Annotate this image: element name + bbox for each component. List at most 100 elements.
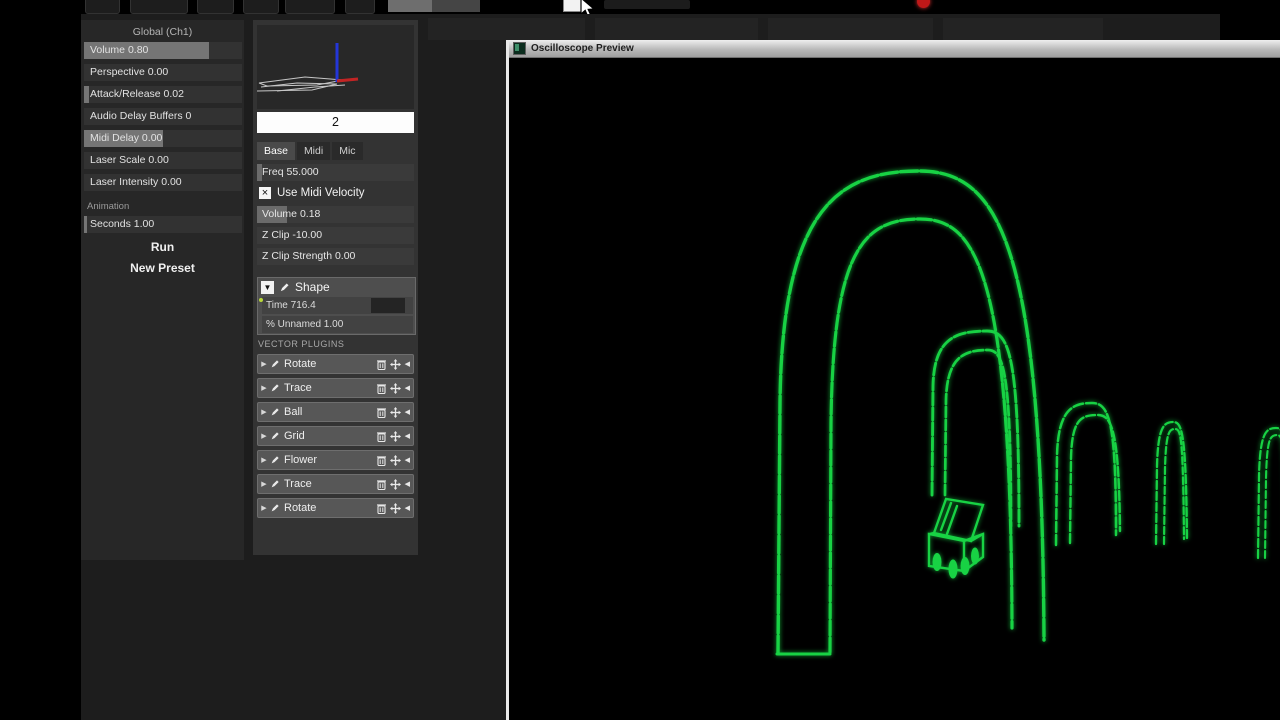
inspector-tabs: Base Midi Mic <box>257 142 363 160</box>
preview-window-titlebar[interactable]: Oscilloscope Preview <box>509 40 1280 58</box>
move-icon[interactable] <box>389 406 401 418</box>
slider-row[interactable]: Midi Delay 0.00 <box>84 130 242 147</box>
collapse-icon[interactable]: ◀ <box>405 360 410 368</box>
plugin-label: Flower <box>284 454 318 466</box>
collapse-icon[interactable]: ◀ <box>405 456 410 464</box>
background-tab[interactable] <box>768 18 933 40</box>
shape-param-row[interactable]: Time 716.4 <box>259 297 413 314</box>
pencil-icon <box>271 504 279 512</box>
new-preset-button[interactable]: New Preset <box>83 259 242 277</box>
move-icon[interactable] <box>389 454 401 466</box>
slider-row[interactable]: Volume 0.80 <box>84 42 242 59</box>
trash-icon[interactable] <box>376 407 386 418</box>
toolbar-button[interactable] <box>130 0 188 14</box>
slider-label: Audio Delay Buffers 0 <box>90 110 192 122</box>
shape-group-title: Shape <box>295 280 330 294</box>
tab-midi[interactable]: Midi <box>296 142 331 160</box>
preview-window-title: Oscilloscope Preview <box>531 43 634 54</box>
global-sliders: Volume 0.80 Perspective 0.00 Attack/Releas… <box>81 42 244 191</box>
toolbar-slider-fill <box>388 0 432 12</box>
trash-icon[interactable] <box>376 479 386 490</box>
plugin-row-trace[interactable]: ▶ Trace ◀ <box>257 378 414 398</box>
move-icon[interactable] <box>389 502 401 514</box>
shape-color-swatch[interactable] <box>371 298 405 313</box>
toolbar-slider[interactable] <box>388 0 480 12</box>
toolbar-button[interactable] <box>285 0 335 14</box>
collapse-icon[interactable]: ◀ <box>405 384 410 392</box>
plugin-row-flower[interactable]: ▶ Flower ◀ <box>257 450 414 470</box>
trash-icon[interactable] <box>376 383 386 394</box>
toolbar-button[interactable] <box>197 0 234 14</box>
oscilloscope-display[interactable] <box>509 58 1280 720</box>
tab-base[interactable]: Base <box>257 142 295 160</box>
vector-trace-drawing <box>775 169 1280 656</box>
channel-value-input[interactable]: 2 <box>257 112 414 133</box>
run-button[interactable]: Run <box>83 238 242 256</box>
slider-row[interactable]: Z Clip -10.00 <box>257 227 414 244</box>
plugin-label: Rotate <box>284 502 317 514</box>
oscilloscope-preview-window: Oscilloscope Preview <box>506 40 1280 720</box>
slider-label: Volume 0.80 <box>90 44 149 56</box>
background-tab[interactable] <box>943 18 1103 40</box>
move-icon[interactable] <box>389 358 401 370</box>
slider-row[interactable]: Freq 55.000 <box>257 164 414 181</box>
collapse-icon[interactable]: ◀ <box>405 480 410 488</box>
trash-icon[interactable] <box>376 431 386 442</box>
slider-label: Seconds 1.00 <box>90 218 155 230</box>
inspector-panel: 2 Base Midi Mic Freq 55.000 × Use Midi Veloc… <box>253 20 418 555</box>
slider-row[interactable]: Attack/Release 0.02 <box>84 86 242 103</box>
expand-icon[interactable]: ▶ <box>258 384 270 392</box>
vector-plugins-header: VECTOR PLUGINS <box>258 339 345 349</box>
plugin-row-rotate[interactable]: ▶ Rotate ◀ <box>257 354 414 374</box>
collapse-icon[interactable]: ◀ <box>405 408 410 416</box>
app-window: Global (Ch1) Volume 0.80 Perspective 0.00… <box>0 0 1280 720</box>
plugin-row-ball[interactable]: ▶ Ball ◀ <box>257 402 414 422</box>
tab-mic[interactable]: Mic <box>332 142 363 160</box>
slider-label: Z Clip -10.00 <box>262 229 323 241</box>
plugin-row-grid[interactable]: ▶ Grid ◀ <box>257 426 414 446</box>
expand-icon[interactable]: ▶ <box>258 480 270 488</box>
move-icon[interactable] <box>389 430 401 442</box>
background-tab[interactable] <box>428 18 585 40</box>
toolbar-button[interactable] <box>243 0 279 14</box>
slider-label: Laser Intensity 0.00 <box>90 176 182 188</box>
dropdown-icon[interactable]: ▼ <box>261 280 274 294</box>
expand-icon[interactable]: ▶ <box>258 360 270 368</box>
expand-icon[interactable]: ▶ <box>258 432 270 440</box>
pencil-icon <box>271 384 279 392</box>
inspector-rows: Freq 55.000 × Use Midi Velocity Volume 0.18… <box>257 164 414 269</box>
slider-fill <box>84 86 89 103</box>
toolbar-button[interactable] <box>345 0 375 14</box>
shape-group-header[interactable]: ▼ Shape <box>258 278 415 296</box>
slider-row[interactable]: Perspective 0.00 <box>84 64 242 81</box>
trash-icon[interactable] <box>376 503 386 514</box>
trash-icon[interactable] <box>376 359 386 370</box>
move-icon[interactable] <box>389 478 401 490</box>
checkbox-icon[interactable]: × <box>259 187 271 199</box>
expand-icon[interactable]: ▶ <box>258 456 270 464</box>
slider-row[interactable]: Volume 0.18 <box>257 206 414 223</box>
window-icon <box>513 42 526 55</box>
plugin-row-trace[interactable]: ▶ Trace ◀ <box>257 474 414 494</box>
record-indicator-icon[interactable] <box>917 0 930 8</box>
expand-icon[interactable]: ▶ <box>258 408 270 416</box>
slider-row[interactable]: Audio Delay Buffers 0 <box>84 108 242 125</box>
slider-row[interactable]: Laser Intensity 0.00 <box>84 174 242 191</box>
collapse-icon[interactable]: ◀ <box>405 432 410 440</box>
slider-row[interactable]: Laser Scale 0.00 <box>84 152 242 169</box>
pencil-icon <box>280 282 289 291</box>
plugin-row-rotate[interactable]: ▶ Rotate ◀ <box>257 498 414 518</box>
expand-icon[interactable]: ▶ <box>258 504 270 512</box>
background-tab[interactable] <box>595 18 758 40</box>
use-midi-velocity-checkbox-row[interactable]: × Use Midi Velocity <box>257 185 414 202</box>
pencil-icon <box>271 360 279 368</box>
slider-row[interactable]: Z Clip Strength 0.00 <box>257 248 414 265</box>
active-indicator-dot <box>259 298 263 302</box>
collapse-icon[interactable]: ◀ <box>405 504 410 512</box>
shape-3d-axis-preview[interactable] <box>256 25 414 109</box>
trash-icon[interactable] <box>376 455 386 466</box>
move-icon[interactable] <box>389 382 401 394</box>
toolbar-button[interactable] <box>85 0 120 14</box>
shape-param-row[interactable]: % Unnamed 1.00 <box>262 316 413 333</box>
slider-row[interactable]: Seconds 1.00 <box>84 216 242 233</box>
